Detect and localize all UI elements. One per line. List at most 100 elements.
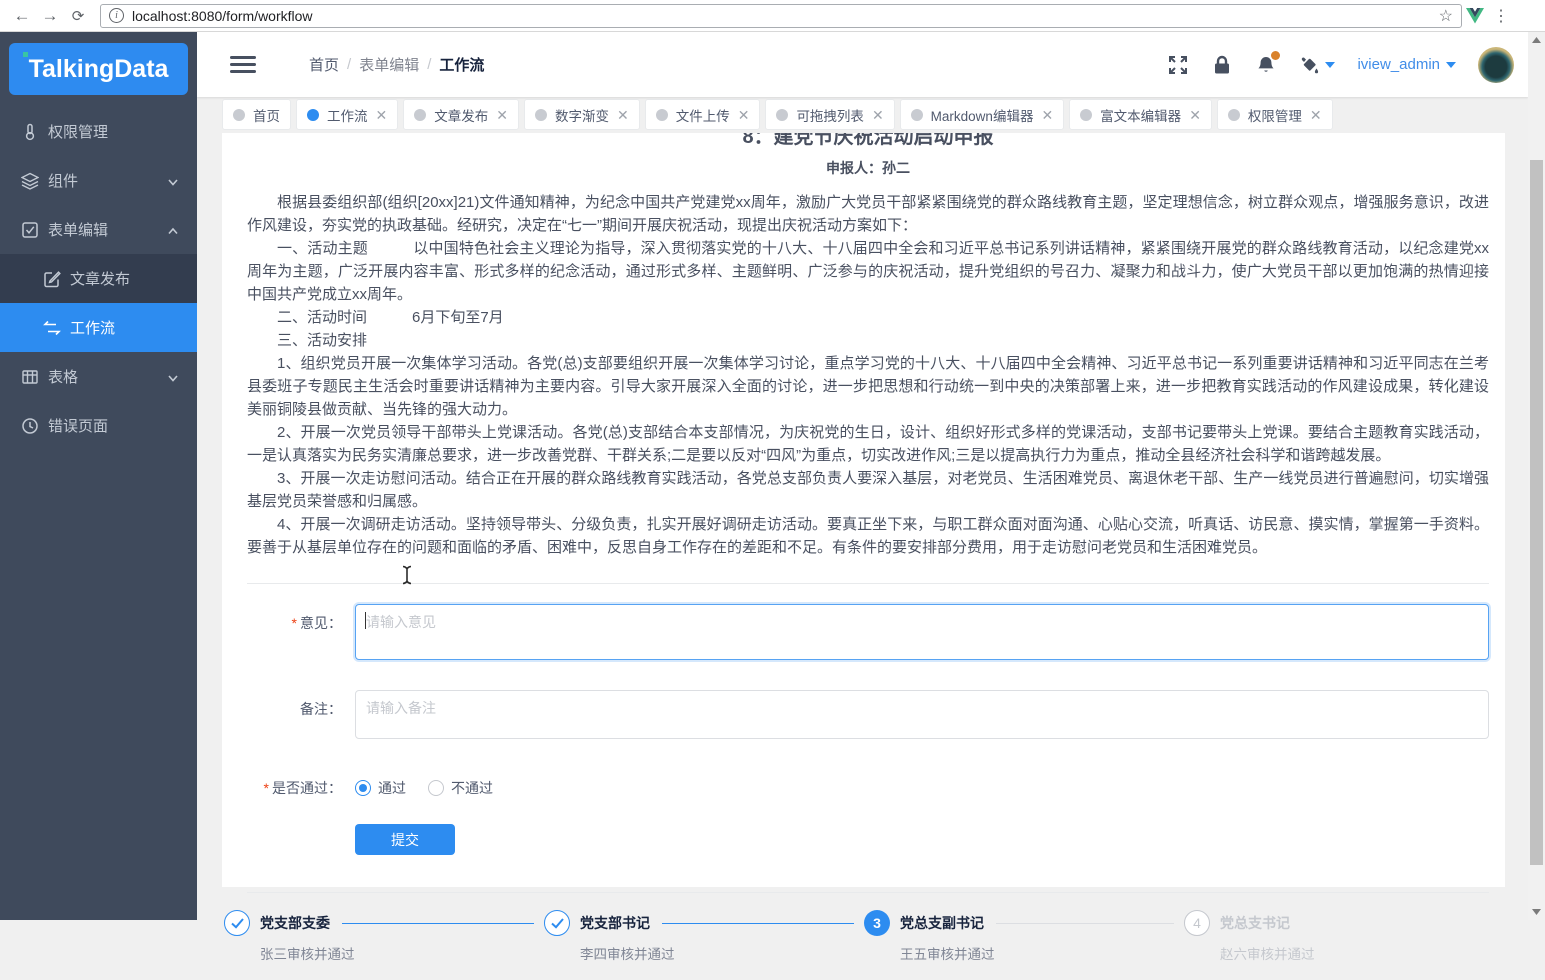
scrollbar-down-icon[interactable] (1528, 904, 1545, 920)
step-2: 党支部书记 李四审核并通过 (544, 910, 864, 963)
sidebar-item-workflow[interactable]: 工作流 (0, 303, 197, 352)
page-scrollbar[interactable] (1528, 32, 1545, 920)
tab-home[interactable]: 首页 (222, 99, 291, 130)
sidebar-item-label: 表单编辑 (48, 219, 167, 240)
close-icon[interactable]: ✕ (1310, 108, 1322, 122)
required-mark: * (264, 780, 269, 796)
radio-circle-icon (355, 780, 371, 796)
main-header: 首页 / 表单编辑 / 工作流 (197, 32, 1528, 97)
avatar[interactable] (1478, 47, 1514, 83)
chevron-down-icon (167, 371, 179, 383)
step-desc: 张三审核并通过 (260, 943, 544, 963)
close-icon[interactable]: ✕ (496, 108, 508, 122)
sidebar-item-error-pages[interactable]: 错误页面 (0, 401, 197, 450)
chevron-down-icon (1325, 62, 1335, 68)
scrollbar-up-icon[interactable] (1528, 32, 1545, 48)
logo-accent-dot (23, 52, 28, 57)
notification-bell-icon[interactable] (1255, 54, 1277, 76)
theme-switcher[interactable] (1299, 54, 1335, 76)
step-number: 4 (1184, 910, 1210, 936)
close-icon[interactable]: ✕ (376, 108, 388, 122)
page-info-icon[interactable]: i (109, 8, 124, 23)
step-title: 党支部支委 (260, 913, 330, 933)
tab-label: 数字渐变 (555, 105, 609, 125)
tab-markdown-editor[interactable]: Markdown编辑器 ✕ (900, 99, 1065, 130)
sidebar-item-tables[interactable]: 表格 (0, 352, 197, 401)
bookmark-star-icon[interactable]: ☆ (1439, 6, 1453, 26)
tab-rich-text-editor[interactable]: 富文本编辑器 ✕ (1069, 99, 1212, 130)
tab-label: 首页 (253, 105, 280, 125)
tab-article-publish[interactable]: 文章发布 ✕ (403, 99, 519, 130)
tab-dot-icon (656, 109, 668, 121)
browser-reload-icon[interactable]: ⟳ (64, 4, 92, 28)
pass-label: *是否通过： (247, 778, 342, 798)
tab-workflow[interactable]: 工作流 ✕ (296, 99, 398, 130)
sidebar-item-components[interactable]: 组件 (0, 156, 197, 205)
page-tags-bar: 首页 工作流 ✕ 文章发布 ✕ 数字渐变 ✕ 文件上传 ✕ 可拖拽列表 ✕ Ma… (197, 97, 1528, 133)
article-paragraph: 3、开展一次走访慰问活动。结合正在开展的群众路线教育实践活动，各党总支部负责人要… (247, 467, 1489, 513)
page-content: 8：建党节庆祝活动启动申报 申报人：孙二 根据县委组织部(组织[20xx]21)… (197, 133, 1528, 920)
tab-upload[interactable]: 文件上传 ✕ (645, 99, 761, 130)
sidebar-item-form-edit[interactable]: 表单编辑 (0, 205, 197, 254)
close-icon[interactable]: ✕ (738, 108, 750, 122)
tab-dot-icon (776, 109, 788, 121)
radio-fail[interactable]: 不通过 (428, 778, 493, 798)
breadcrumb-form-edit[interactable]: 表单编辑 (359, 54, 419, 75)
tab-label: 权限管理 (1248, 105, 1302, 125)
user-menu[interactable]: iview_admin (1357, 56, 1456, 73)
tab-count-to[interactable]: 数字渐变 ✕ (524, 99, 640, 130)
radio-pass[interactable]: 通过 (355, 778, 406, 798)
tab-label: 文件上传 (676, 105, 730, 125)
browser-menu-icon[interactable]: ⋮ (1488, 6, 1514, 26)
lock-icon[interactable] (1211, 54, 1233, 76)
close-icon[interactable]: ✕ (1189, 108, 1201, 122)
tab-draggable-list[interactable]: 可拖拽列表 ✕ (765, 99, 894, 130)
article-paragraph: 二、活动时间 6月下旬至7月 (247, 306, 1489, 329)
article-paragraph: 一、活动主题 以中国特色社会主义理论为指导，深入贯彻落实党的十八大、十八届四中全… (247, 237, 1489, 306)
radio-label: 通过 (378, 778, 406, 798)
fullscreen-icon[interactable] (1167, 54, 1189, 76)
opinion-label-text: 意见： (300, 615, 342, 631)
opinion-textarea[interactable] (355, 604, 1489, 660)
article-paragraph: 三、活动安排 (247, 329, 1489, 352)
article-paragraph: 2、开展一次党员领导干部带头上党课活动。各党(总)支部结合本支部情况，为庆祝党的… (247, 421, 1489, 467)
tab-dot-icon (233, 109, 245, 121)
step-desc: 王五审核并通过 (900, 943, 1184, 963)
breadcrumb-home[interactable]: 首页 (309, 54, 339, 75)
pass-label-text: 是否通过： (272, 780, 342, 796)
url-text: localhost:8080/form/workflow (132, 8, 1439, 24)
sidebar-item-article-publish[interactable]: 文章发布 (0, 254, 197, 303)
step-desc: 赵六审核并通过 (1220, 943, 1504, 963)
url-bar[interactable]: i localhost:8080/form/workflow ☆ (100, 4, 1462, 28)
chevron-up-icon (167, 224, 179, 236)
tab-label: 富文本编辑器 (1100, 105, 1181, 125)
close-icon[interactable]: ✕ (617, 108, 629, 122)
sidebar-item-permissions[interactable]: 权限管理 (0, 107, 197, 156)
step-number: 3 (864, 910, 890, 936)
breadcrumb: 首页 / 表单编辑 / 工作流 (309, 54, 484, 75)
close-icon[interactable]: ✕ (872, 108, 884, 122)
collapse-menu-icon[interactable] (230, 52, 256, 77)
note-form-row: 备注： (247, 690, 1489, 744)
step-4: 4 党总支书记 赵六审核并通过 (1184, 910, 1504, 963)
tab-permissions[interactable]: 权限管理 ✕ (1217, 99, 1333, 130)
article-paragraph: 4、开展一次调研走访活动。坚持领导带头、分级负责，扎实开展好调研走访活动。要真正… (247, 513, 1489, 559)
breadcrumb-separator: / (347, 56, 351, 73)
sidebar-item-label: 工作流 (70, 317, 179, 338)
vue-devtools-icon[interactable] (1462, 8, 1488, 24)
scrollbar-thumb[interactable] (1530, 160, 1543, 865)
sidebar-item-label: 组件 (48, 170, 167, 191)
browser-forward-icon[interactable]: → (36, 4, 64, 28)
tab-label: 文章发布 (434, 105, 488, 125)
form-edit-icon (21, 221, 39, 239)
browser-back-icon[interactable]: ← (8, 4, 36, 28)
app-logo[interactable]: TalkingData (9, 43, 188, 95)
sidebar-item-label: 错误页面 (48, 415, 179, 436)
article-body: 根据县委组织部(组织[20xx]21)文件通知精神，为纪念中国共产党建党xx周年… (247, 191, 1489, 559)
step-3: 3 党总支副书记 王五审核并通过 (864, 910, 1184, 963)
note-textarea[interactable] (355, 690, 1489, 739)
breadcrumb-separator: / (427, 56, 431, 73)
submit-button[interactable]: 提交 (355, 824, 455, 855)
close-icon[interactable]: ✕ (1041, 108, 1053, 122)
step-check-icon (224, 910, 250, 936)
